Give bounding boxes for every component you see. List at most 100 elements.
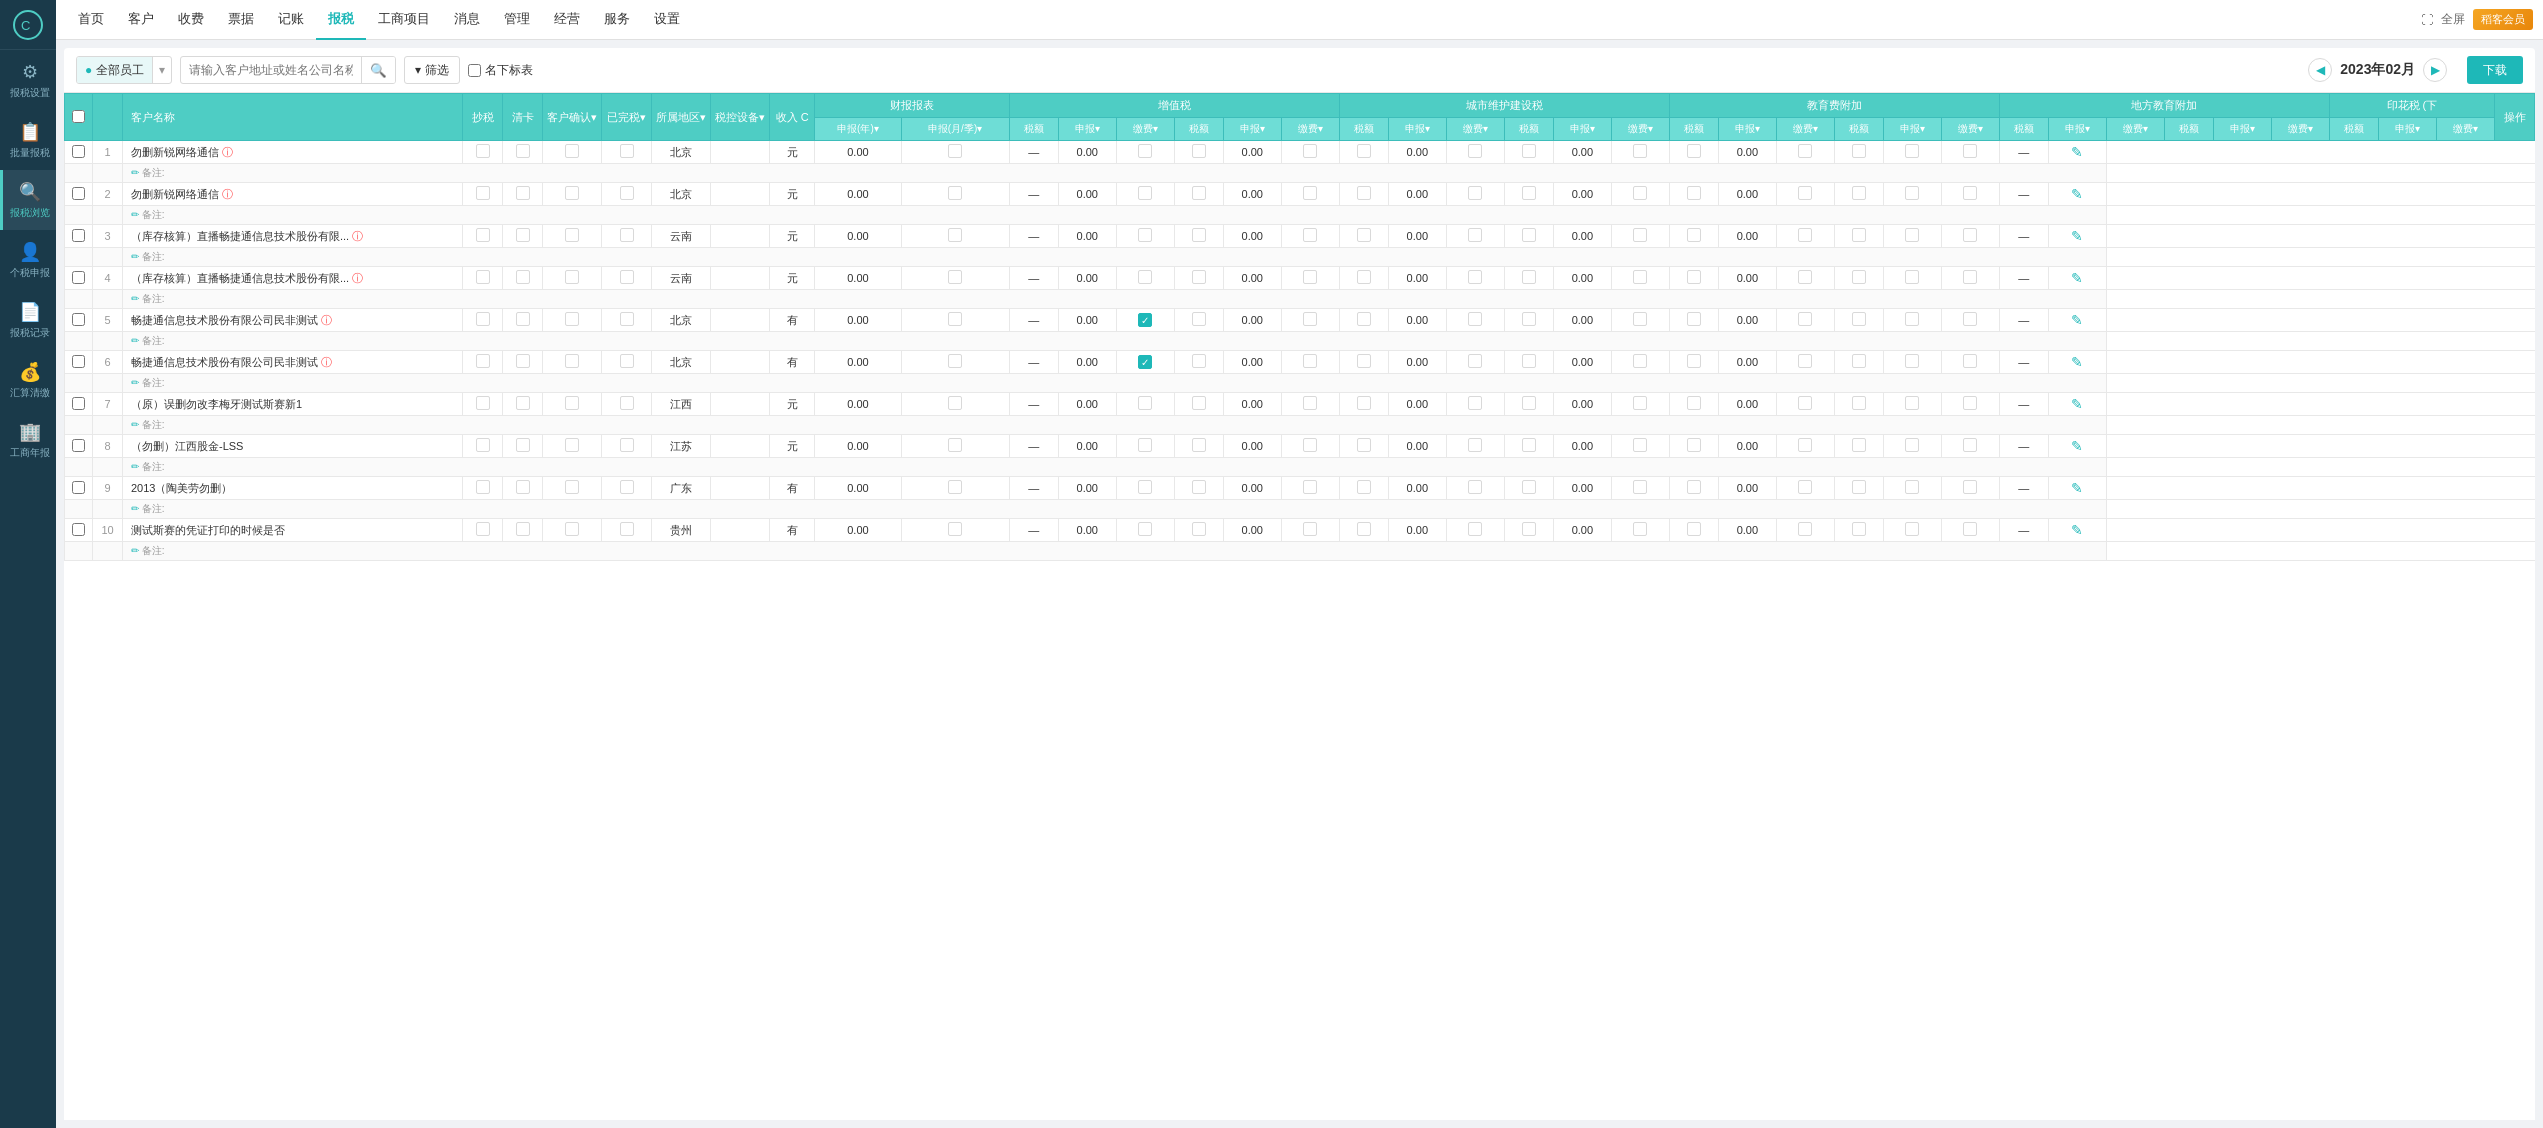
dfj-checkbox1[interactable] xyxy=(1633,480,1647,494)
row-checkbox[interactable] xyxy=(72,271,85,284)
vip-button[interactable]: 稻客会员 xyxy=(2473,9,2533,30)
yiwanshui-checkbox[interactable] xyxy=(620,522,634,536)
cjt-checkbox2[interactable] xyxy=(1357,438,1371,452)
cjt-checkbox1[interactable] xyxy=(1303,228,1317,242)
zzs-checkbox2[interactable] xyxy=(1192,270,1206,284)
cjt-checkbox1[interactable] xyxy=(1303,186,1317,200)
confirm-checkbox[interactable] xyxy=(565,270,579,284)
yhs-checkbox1[interactable] xyxy=(1798,186,1812,200)
download-button[interactable]: 下载 xyxy=(2467,56,2523,84)
dfj-checkbox1[interactable] xyxy=(1633,228,1647,242)
yhs-checkbox1[interactable] xyxy=(1798,228,1812,242)
yhs-checkbox2[interactable] xyxy=(1852,438,1866,452)
chaoshui-checkbox[interactable] xyxy=(476,144,490,158)
dfj-checkbox1[interactable] xyxy=(1633,522,1647,536)
chaoshui-checkbox[interactable] xyxy=(476,522,490,536)
cjt-checkbox2[interactable] xyxy=(1357,312,1371,326)
yhs-checkbox1[interactable] xyxy=(1798,396,1812,410)
nav-business[interactable]: 工商项目 xyxy=(366,0,442,40)
chaoshui-checkbox[interactable] xyxy=(476,270,490,284)
yiwanshui-checkbox[interactable] xyxy=(620,480,634,494)
caibao-checkbox[interactable] xyxy=(948,354,962,368)
mingxia-checkbox[interactable] xyxy=(468,64,481,77)
dfj-checkbox2[interactable] xyxy=(1687,354,1701,368)
dfj-checkbox1[interactable] xyxy=(1633,186,1647,200)
qingka-checkbox[interactable] xyxy=(516,354,530,368)
confirm-checkbox[interactable] xyxy=(565,480,579,494)
dfj-checkbox2[interactable] xyxy=(1687,312,1701,326)
jyf-checkbox1[interactable] xyxy=(1468,228,1482,242)
confirm-checkbox[interactable] xyxy=(565,144,579,158)
chaoshui-checkbox[interactable] xyxy=(476,186,490,200)
caibao-checkbox[interactable] xyxy=(948,270,962,284)
cjt-checkbox2[interactable] xyxy=(1357,186,1371,200)
yiwanshui-checkbox[interactable] xyxy=(620,396,634,410)
yhs-checkbox1[interactable] xyxy=(1798,312,1812,326)
confirm-checkbox[interactable] xyxy=(565,228,579,242)
cjt-checkbox1[interactable] xyxy=(1303,480,1317,494)
search-button[interactable]: 🔍 xyxy=(361,57,395,83)
employee-selector[interactable]: ● 全部员工 ▾ xyxy=(76,56,172,84)
zzs-checkbox2[interactable] xyxy=(1192,522,1206,536)
edit-icon[interactable]: ✎ xyxy=(2071,396,2083,412)
checkbox-mingxia[interactable]: 名下标表 xyxy=(468,62,533,79)
edit-icon[interactable]: ✎ xyxy=(2071,312,2083,328)
yiwanshui-checkbox[interactable] xyxy=(620,144,634,158)
chaoshui-checkbox[interactable] xyxy=(476,396,490,410)
cjt-checkbox2[interactable] xyxy=(1357,396,1371,410)
row-checkbox[interactable] xyxy=(72,145,85,158)
search-input[interactable] xyxy=(181,63,361,77)
caibao-checkbox[interactable] xyxy=(948,396,962,410)
jyf-checkbox1[interactable] xyxy=(1468,354,1482,368)
zzs-checkbox2[interactable] xyxy=(1192,354,1206,368)
sidebar-item-geshui[interactable]: 👤 个税申报 xyxy=(0,230,56,290)
nav-fee[interactable]: 收费 xyxy=(166,0,216,40)
nav-operation[interactable]: 经营 xyxy=(542,0,592,40)
jyf-checkbox1[interactable] xyxy=(1468,480,1482,494)
zzs-checkbox2[interactable] xyxy=(1192,480,1206,494)
jyf-checkbox2[interactable] xyxy=(1522,186,1536,200)
qingka-checkbox[interactable] xyxy=(516,144,530,158)
yiwanshui-checkbox[interactable] xyxy=(620,312,634,326)
filter-button[interactable]: ▾ 筛选 xyxy=(404,56,460,84)
nav-home[interactable]: 首页 xyxy=(66,0,116,40)
caibao-checkbox[interactable] xyxy=(948,186,962,200)
employee-dropdown-arrow[interactable]: ▾ xyxy=(153,57,171,83)
confirm-checkbox[interactable] xyxy=(565,438,579,452)
nav-client[interactable]: 客户 xyxy=(116,0,166,40)
edit-icon[interactable]: ✎ xyxy=(2071,354,2083,370)
cjt-checkbox2[interactable] xyxy=(1357,144,1371,158)
zzs-checkbox2[interactable] xyxy=(1192,186,1206,200)
confirm-checkbox[interactable] xyxy=(565,354,579,368)
jyf-checkbox1[interactable] xyxy=(1468,438,1482,452)
yhs-checkbox1[interactable] xyxy=(1798,354,1812,368)
cjt-checkbox1[interactable] xyxy=(1303,144,1317,158)
chaoshui-checkbox[interactable] xyxy=(476,438,490,452)
yhs-checkbox1[interactable] xyxy=(1798,480,1812,494)
yhs-checkbox1[interactable] xyxy=(1798,144,1812,158)
yiwanshui-checkbox[interactable] xyxy=(620,354,634,368)
edit-icon[interactable]: ✎ xyxy=(2071,186,2083,202)
cjt-checkbox2[interactable] xyxy=(1357,354,1371,368)
caibao-checkbox[interactable] xyxy=(948,144,962,158)
cjt-checkbox1[interactable] xyxy=(1303,354,1317,368)
jyf-checkbox1[interactable] xyxy=(1468,522,1482,536)
edit-icon[interactable]: ✎ xyxy=(2071,228,2083,244)
cjt-checkbox2[interactable] xyxy=(1357,270,1371,284)
cjt-checkbox2[interactable] xyxy=(1357,480,1371,494)
zzs-checkbox2[interactable] xyxy=(1192,438,1206,452)
row-checkbox[interactable] xyxy=(72,229,85,242)
jyf-checkbox2[interactable] xyxy=(1522,312,1536,326)
yhs-checkbox2[interactable] xyxy=(1852,354,1866,368)
caibao-checkbox[interactable] xyxy=(948,522,962,536)
dfj-checkbox2[interactable] xyxy=(1687,396,1701,410)
qingka-checkbox[interactable] xyxy=(516,438,530,452)
sidebar-item-piliang[interactable]: 📋 批量报税 xyxy=(0,110,56,170)
nav-accounting[interactable]: 记账 xyxy=(266,0,316,40)
dfj-checkbox2[interactable] xyxy=(1687,270,1701,284)
jyf-checkbox1[interactable] xyxy=(1468,144,1482,158)
caibao-checkbox[interactable] xyxy=(948,312,962,326)
dfj-checkbox2[interactable] xyxy=(1687,438,1701,452)
qingka-checkbox[interactable] xyxy=(516,480,530,494)
caibao-checkbox[interactable] xyxy=(948,480,962,494)
